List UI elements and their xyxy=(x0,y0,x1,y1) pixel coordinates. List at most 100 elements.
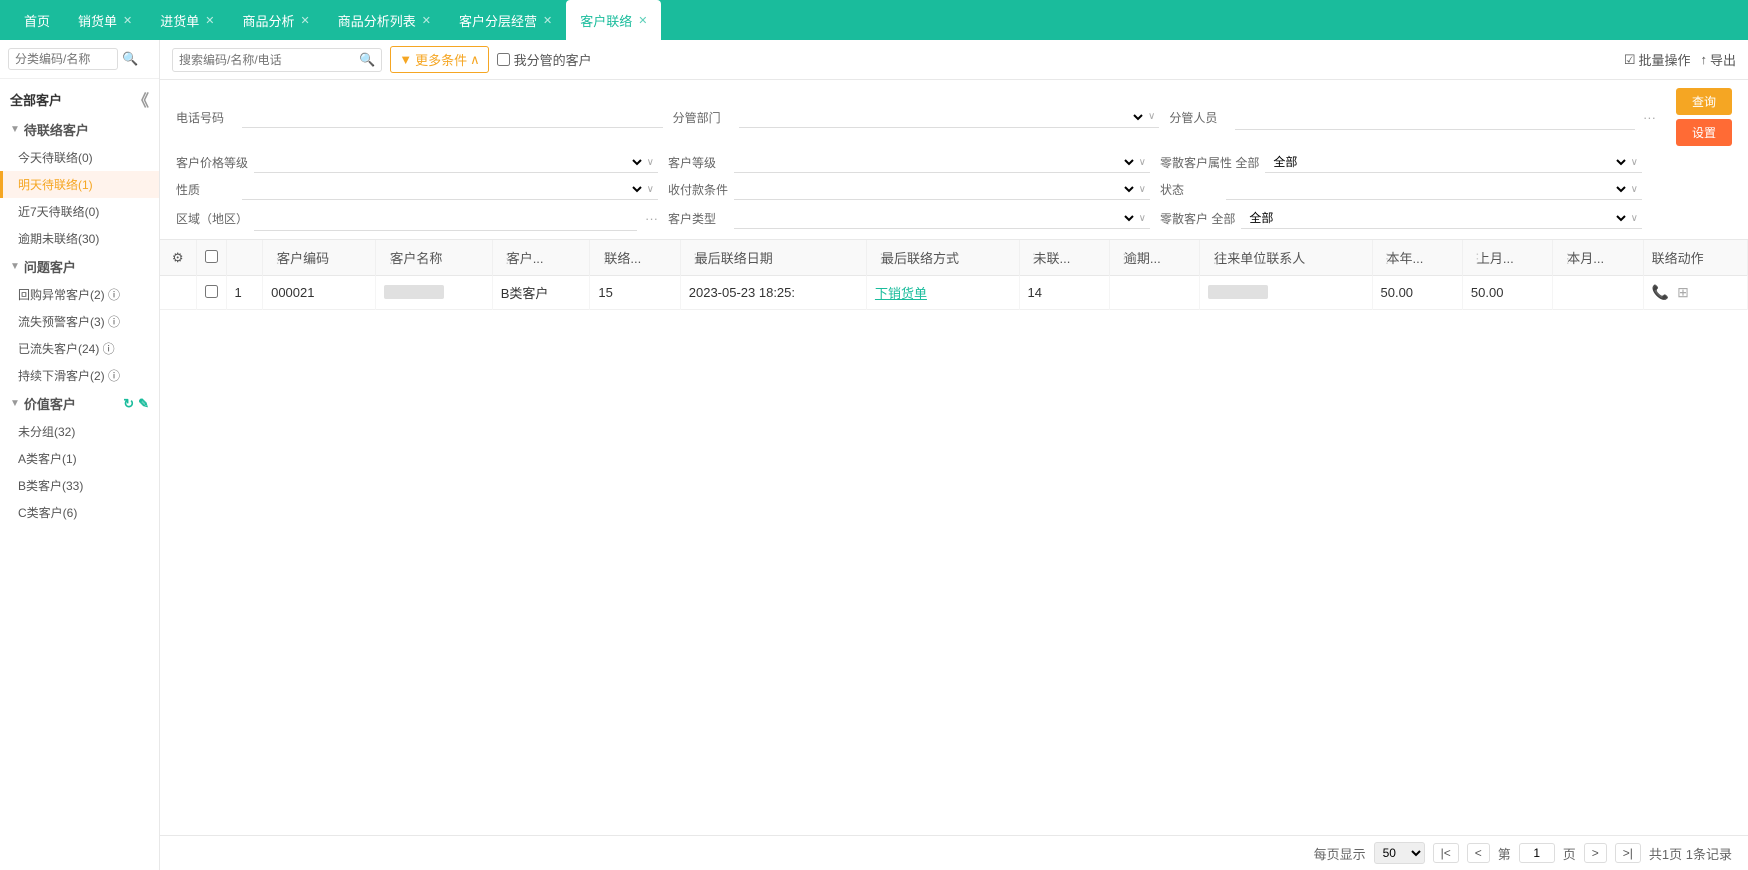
sidebar-item-class-c[interactable]: C类客户(6) xyxy=(0,499,159,526)
col-customer-code[interactable]: ⋮客户编码 xyxy=(263,240,376,276)
query-btn[interactable]: 查询 xyxy=(1676,88,1732,115)
select-all-checkbox[interactable] xyxy=(205,250,218,263)
close-icon[interactable]: ✕ xyxy=(301,14,310,27)
dots-icon-manager[interactable]: ··· xyxy=(1643,110,1656,125)
filter-input-phone[interactable] xyxy=(242,107,663,128)
col-resize-handle[interactable]: ⋮ xyxy=(1208,251,1212,267)
search-input[interactable] xyxy=(179,53,359,67)
close-icon[interactable]: ✕ xyxy=(123,14,132,27)
filter-select-price-level-select[interactable] xyxy=(258,154,645,170)
filter-more-btn[interactable]: ▼ 更多条件 ∧ xyxy=(390,46,488,73)
sidebar-group-pending-contact[interactable]: ▼ 待联络客户 xyxy=(0,115,159,144)
set-btn[interactable]: 设置 xyxy=(1676,119,1732,146)
first-page-btn[interactable]: |< xyxy=(1433,843,1459,863)
last-page-btn[interactable]: >| xyxy=(1615,843,1641,863)
filter-select-customer-type-select[interactable] xyxy=(738,210,1137,226)
col-last-month[interactable]: ⋮上月... xyxy=(1462,240,1552,276)
nav-tab-product-analysis[interactable]: 商品分析 ✕ xyxy=(228,0,323,40)
filter-input-region[interactable] xyxy=(258,208,633,228)
filter-select-nature-select[interactable] xyxy=(246,181,645,197)
col-checkbox[interactable] xyxy=(196,240,226,276)
row-select-checkbox[interactable] xyxy=(205,285,218,298)
sidebar-item-class-b[interactable]: B类客户(33) xyxy=(0,472,159,499)
col-current-year[interactable]: ⋮本年... xyxy=(1372,240,1462,276)
col-customer-type[interactable]: ⋮客户... xyxy=(492,240,590,276)
col-last-contact-date[interactable]: ⋮最后联络日期 xyxy=(680,240,866,276)
filter-select-status[interactable]: ∨ xyxy=(1226,179,1642,200)
batch-op-btn[interactable]: ☑ 批量操作 xyxy=(1624,50,1691,69)
toolbar-search-box[interactable]: 🔍 xyxy=(172,48,382,72)
col-last-contact-method[interactable]: ⋮最后联络方式 xyxy=(866,240,1019,276)
page-input[interactable] xyxy=(1519,843,1555,863)
my-customers-checkbox[interactable] xyxy=(497,53,510,66)
edit-icon[interactable]: ✎ xyxy=(138,396,149,412)
last-contact-method-link[interactable]: 下销货单 xyxy=(875,286,927,301)
close-icon[interactable]: ✕ xyxy=(422,14,431,27)
col-resize-handle[interactable]: ⋮ xyxy=(384,251,388,267)
sidebar-search-input[interactable] xyxy=(8,48,118,70)
filter-select-status-select[interactable] xyxy=(1230,181,1629,197)
filter-select-customer-type[interactable]: ∨ xyxy=(734,208,1150,229)
settings-icon[interactable]: ⚙ xyxy=(172,250,184,265)
col-resize-handle[interactable]: ⋮ xyxy=(271,251,275,267)
filter-select-payment-select[interactable] xyxy=(738,181,1137,197)
col-unit-contact[interactable]: ⋮往来单位联系人 xyxy=(1200,240,1372,276)
dots-icon-region[interactable]: ··· xyxy=(645,211,658,226)
next-page-btn[interactable]: > xyxy=(1584,843,1607,863)
sidebar-item-today-contact[interactable]: 今天待联络(0) xyxy=(0,144,159,171)
col-this-month[interactable]: ⋮本月... xyxy=(1553,240,1643,276)
nav-tab-product-analysis-list[interactable]: 商品分析列表 ✕ xyxy=(324,0,445,40)
nav-tab-sales[interactable]: 销货单 ✕ xyxy=(64,0,146,40)
filter-select-region[interactable] xyxy=(254,206,637,231)
sidebar-item-tomorrow-contact[interactable]: 明天待联络(1) xyxy=(0,171,159,198)
col-resize-handle[interactable]: ⋮ xyxy=(501,251,505,267)
col-customer-name[interactable]: ⋮客户名称 xyxy=(376,240,492,276)
col-resize-handle[interactable]: ⋮ xyxy=(598,251,602,267)
per-page-select[interactable]: 50 100 200 xyxy=(1374,842,1425,864)
col-resize-handle[interactable]: ⋮ xyxy=(1028,251,1032,267)
search-icon[interactable]: 🔍 xyxy=(359,52,375,68)
filter-select-customer-level[interactable]: ∨ xyxy=(734,152,1150,173)
export-btn[interactable]: ↑ 导出 xyxy=(1700,50,1736,69)
sidebar-group-problem-customers[interactable]: ▼ 问题客户 xyxy=(0,252,159,281)
refresh-icon[interactable]: ↻ xyxy=(123,396,134,412)
filter-select-dept-select[interactable] xyxy=(743,109,1146,125)
col-resize-handle[interactable]: ⋮ xyxy=(875,251,879,267)
nav-tab-customer-contact[interactable]: 客户联络 ✕ xyxy=(566,0,661,40)
col-resize-handle[interactable]: ⋮ xyxy=(1381,251,1385,267)
filter-input-manager[interactable] xyxy=(1239,107,1631,127)
col-overdue[interactable]: ⋮逾期... xyxy=(1109,240,1199,276)
col-resize-handle[interactable]: ⋮ xyxy=(1561,251,1565,267)
filter-select-scatter-customer[interactable]: 全部 ∨ xyxy=(1241,208,1642,229)
sidebar-item-loss-risk[interactable]: 流失预警客户(3) ⓘ xyxy=(0,308,159,335)
sidebar-search-icon[interactable]: 🔍 xyxy=(122,51,138,67)
sidebar-all-customers[interactable]: 全部客户 《 xyxy=(0,79,159,115)
filter-select-customer-level-select[interactable] xyxy=(738,154,1137,170)
my-customers-checkbox-label[interactable]: 我分管的客户 xyxy=(497,50,592,69)
sidebar-item-class-a[interactable]: A类客户(1) xyxy=(0,445,159,472)
col-resize-handle[interactable]: ⋮ xyxy=(1471,251,1475,267)
nav-tab-purchase[interactable]: 进货单 ✕ xyxy=(146,0,228,40)
row-last-contact-method[interactable]: 下销货单 xyxy=(866,276,1019,310)
col-contact-action[interactable]: 联络动作 xyxy=(1643,240,1747,276)
col-resize-handle[interactable]: ⋮ xyxy=(1118,251,1122,267)
filter-select-scatter-attr[interactable]: 全部 ∨ xyxy=(1265,152,1642,173)
prev-page-btn[interactable]: < xyxy=(1467,843,1490,863)
sidebar-item-overdue-contact[interactable]: 逾期未联络(30) xyxy=(0,225,159,252)
collapse-icon[interactable]: 《 xyxy=(133,87,149,111)
filter-select-price-level[interactable]: ∨ xyxy=(254,152,658,173)
col-not-contacted[interactable]: ⋮未联... xyxy=(1019,240,1109,276)
close-icon[interactable]: ✕ xyxy=(205,14,214,27)
sidebar-item-return-abnormal[interactable]: 回购异常客户(2) ⓘ xyxy=(0,281,159,308)
nav-tab-customer-tier[interactable]: 客户分层经营 ✕ xyxy=(445,0,566,40)
filter-select-scatter-customer-select[interactable]: 全部 xyxy=(1245,210,1628,226)
action-phone-icon[interactable]: 📞 xyxy=(1652,284,1669,301)
filter-select-manager[interactable] xyxy=(1235,105,1635,130)
filter-select-scatter-attr-select[interactable]: 全部 xyxy=(1269,154,1628,170)
close-icon[interactable]: ✕ xyxy=(638,14,647,27)
col-resize-handle[interactable]: ⋮ xyxy=(689,251,693,267)
close-icon[interactable]: ✕ xyxy=(543,14,552,27)
filter-select-dept[interactable]: ∨ xyxy=(739,107,1160,128)
col-settings[interactable]: ⚙ xyxy=(160,240,196,276)
filter-select-payment[interactable]: ∨ xyxy=(734,179,1150,200)
